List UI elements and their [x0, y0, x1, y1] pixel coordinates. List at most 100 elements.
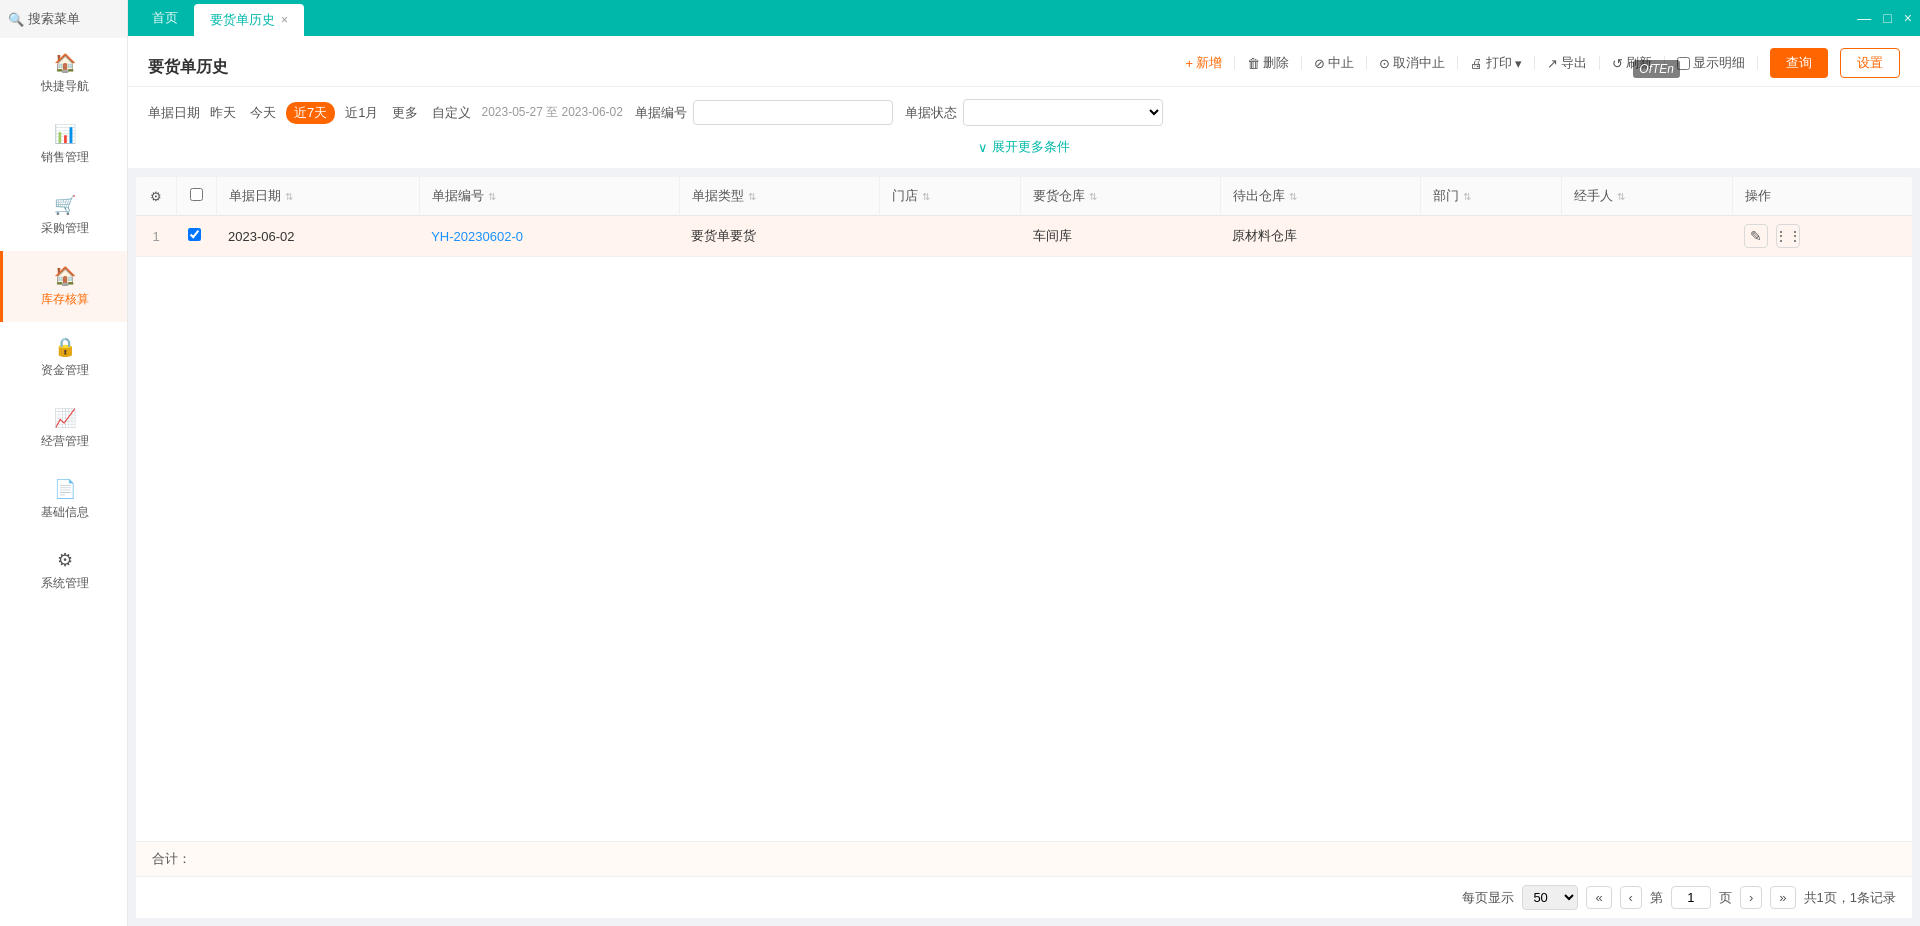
refresh-icon: ↺	[1612, 56, 1623, 71]
sort-store-icon[interactable]: ⇅	[922, 191, 930, 202]
cancel-stop-button[interactable]: ⊙ 取消中止	[1379, 54, 1445, 72]
show-detail-toggle[interactable]: 显示明细	[1677, 54, 1745, 72]
table-header-row: ⚙ 单据日期 ⇅	[136, 177, 1912, 216]
date-custom[interactable]: 自定义	[428, 102, 475, 124]
date-filter-group: 单据日期 昨天 今天 近7天 近1月 更多 自定义 2023-05-27 至 2…	[148, 102, 623, 124]
date-today[interactable]: 今天	[246, 102, 280, 124]
row-more-btn[interactable]: ⋮⋮	[1776, 224, 1800, 248]
per-page-select[interactable]: 50 20 100 200	[1522, 885, 1578, 910]
sidebar-item-purchase[interactable]: 🛒 采购管理	[0, 180, 127, 251]
divider-2	[1301, 56, 1302, 70]
basic-icon: 📄	[54, 478, 76, 500]
date-more[interactable]: 更多	[388, 102, 422, 124]
row-checkbox[interactable]	[188, 228, 201, 241]
add-icon: +	[1185, 56, 1193, 71]
query-button[interactable]: 查询	[1770, 48, 1828, 78]
sidebar-item-sales[interactable]: 📊 销售管理	[0, 109, 127, 180]
row-department	[1420, 216, 1561, 257]
cancel-stop-icon: ⊙	[1379, 56, 1390, 71]
print-chevron: ▾	[1515, 56, 1522, 71]
sidebar-item-basic[interactable]: 📄 基础信息	[0, 464, 127, 535]
tab-history-label: 要货单历史	[210, 11, 275, 29]
tab-close-icon[interactable]: ×	[281, 13, 288, 27]
delete-button[interactable]: 🗑 删除	[1247, 54, 1289, 72]
doc-status-filter-group: 单据状态	[905, 99, 1163, 126]
table-row: 1 2023-06-02 YH-20230602-0 要货单要货 车间库 原材料…	[136, 216, 1912, 257]
prev-page-button[interactable]: ‹	[1620, 886, 1642, 909]
last-page-button[interactable]: »	[1770, 886, 1795, 909]
add-button[interactable]: + 新增	[1185, 54, 1222, 72]
doc-number-filter-group: 单据编号	[635, 100, 893, 125]
tab-home[interactable]: 首页	[136, 0, 194, 36]
sidebar-search[interactable]: 🔍 搜索菜单	[0, 0, 127, 38]
th-doc-no: 单据编号 ⇅	[419, 177, 679, 216]
sort-req-warehouse-icon[interactable]: ⇅	[1089, 191, 1097, 202]
date-month[interactable]: 近1月	[341, 102, 382, 124]
sidebar-item-operation[interactable]: 📈 经营管理	[0, 393, 127, 464]
first-page-button[interactable]: «	[1586, 886, 1611, 909]
sidebar-item-quick-nav[interactable]: 🏠 快捷导航	[0, 38, 127, 109]
th-pending-warehouse: 待出仓库 ⇅	[1220, 177, 1420, 216]
sidebar-search-label: 搜索菜单	[28, 10, 80, 28]
sort-pending-warehouse-icon[interactable]: ⇅	[1289, 191, 1297, 202]
tab-history[interactable]: 要货单历史 ×	[194, 4, 304, 36]
sidebar-item-finance[interactable]: 🔒 资金管理	[0, 322, 127, 393]
doc-number-input[interactable]	[693, 100, 893, 125]
sales-icon: 📊	[54, 123, 76, 145]
system-icon: ⚙	[57, 549, 73, 571]
expand-chevron-icon: ∨	[978, 140, 988, 155]
date-filter-label: 单据日期	[148, 104, 200, 122]
row-doc-no[interactable]: YH-20230602-0	[419, 216, 679, 257]
sidebar-item-label: 采购管理	[41, 220, 89, 237]
divider-5	[1534, 56, 1535, 70]
window-close-btn[interactable]: ×	[1904, 10, 1912, 26]
sidebar-item-system[interactable]: ⚙ 系统管理	[0, 535, 127, 606]
th-date: 单据日期 ⇅	[216, 177, 419, 216]
date-shortcuts: 昨天 今天 近7天 近1月 更多 自定义	[206, 102, 475, 124]
search-icon: 🔍	[8, 12, 24, 27]
row-checkbox-cell[interactable]	[176, 216, 216, 257]
row-date: 2023-06-02	[216, 216, 419, 257]
window-maximize-btn[interactable]: □	[1883, 10, 1891, 26]
doc-status-select[interactable]	[963, 99, 1163, 126]
next-page-button[interactable]: ›	[1740, 886, 1762, 909]
settings-button[interactable]: 设置	[1840, 48, 1900, 78]
stop-button[interactable]: ⊘ 中止	[1314, 54, 1354, 72]
th-settings[interactable]: ⚙	[136, 177, 176, 216]
sort-department-icon[interactable]: ⇅	[1463, 191, 1471, 202]
date-week[interactable]: 近7天	[286, 102, 335, 124]
divider-7	[1664, 56, 1665, 70]
doc-status-label: 单据状态	[905, 104, 957, 122]
filter-expand-row: ∨ 展开更多条件	[148, 138, 1900, 156]
th-checkbox[interactable]	[176, 177, 216, 216]
expand-more-button[interactable]: ∨ 展开更多条件	[978, 138, 1070, 156]
sidebar-item-inventory[interactable]: 🏠 库存核算	[0, 251, 127, 322]
table-area: ⚙ 单据日期 ⇅	[136, 177, 1912, 876]
export-icon: ↗	[1547, 56, 1558, 71]
tab-window-actions: — □ ×	[1857, 10, 1912, 26]
sort-doctype-icon[interactable]: ⇅	[748, 191, 756, 202]
print-button[interactable]: 🖨 打印 ▾	[1470, 54, 1522, 72]
page-number-input[interactable]	[1671, 886, 1711, 909]
divider-1	[1234, 56, 1235, 70]
sidebar-item-label: 经营管理	[41, 433, 89, 450]
sort-docno-icon[interactable]: ⇅	[488, 191, 496, 202]
date-yesterday[interactable]: 昨天	[206, 102, 240, 124]
export-button[interactable]: ↗ 导出	[1547, 54, 1587, 72]
show-detail-checkbox[interactable]	[1677, 57, 1690, 70]
sort-handler-icon[interactable]: ⇅	[1617, 191, 1625, 202]
sort-date-icon[interactable]: ⇅	[285, 191, 293, 202]
table-wrapper: ⚙ 单据日期 ⇅	[136, 177, 1912, 841]
add-label: 新增	[1196, 54, 1222, 72]
sidebar-item-label: 快捷导航	[41, 78, 89, 95]
export-label: 导出	[1561, 54, 1587, 72]
window-minimize-btn[interactable]: —	[1857, 10, 1871, 26]
doc-number-label: 单据编号	[635, 104, 687, 122]
refresh-button[interactable]: ↺ 刷新	[1612, 54, 1652, 72]
page-label: 第	[1650, 889, 1663, 907]
select-all-checkbox[interactable]	[190, 188, 203, 201]
row-edit-btn[interactable]: ✎	[1744, 224, 1768, 248]
page-title: 要货单历史	[148, 57, 228, 78]
row-store	[879, 216, 1020, 257]
th-store: 门店 ⇅	[879, 177, 1020, 216]
